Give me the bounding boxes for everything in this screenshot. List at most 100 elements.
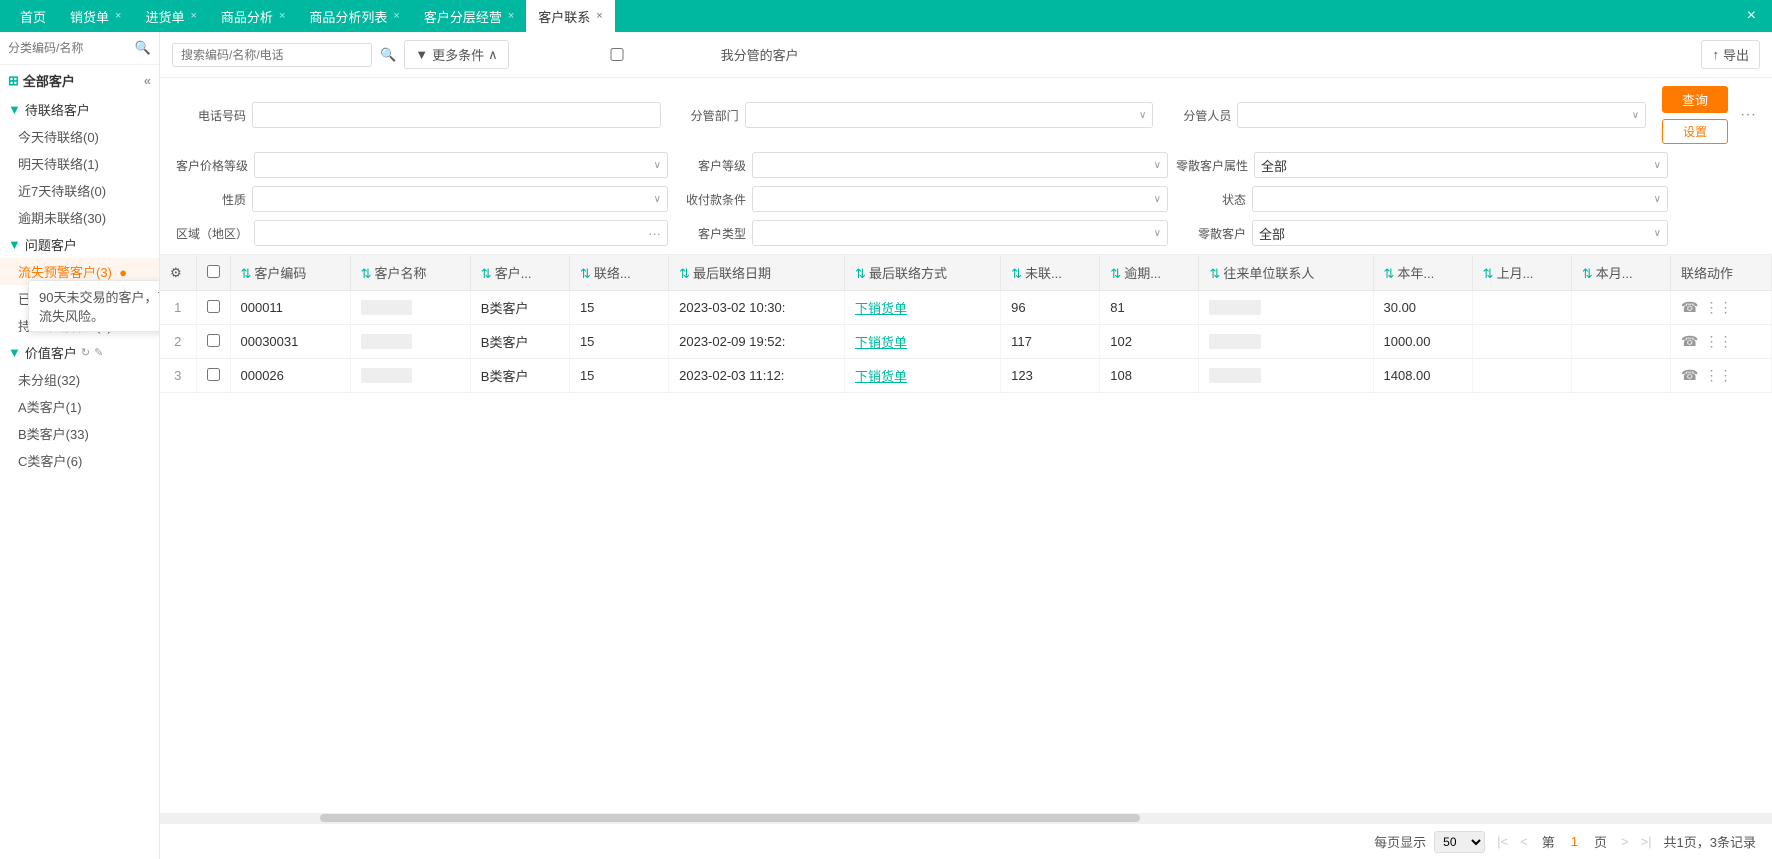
filter-nature-label: 性质 [176,191,246,208]
nav-product-analysis[interactable]: 商品分析 × [209,0,297,32]
query-button[interactable]: 查询 [1662,86,1728,113]
page-suffix: 页 [1588,830,1613,853]
filter-status-select[interactable]: ∨ [1252,186,1668,212]
more-actions-icon[interactable]: ⋮⋮ [1704,333,1732,350]
horizontal-scrollbar[interactable] [160,813,1772,823]
close-icon[interactable]: × [279,10,285,22]
my-customers-checkbox[interactable] [517,48,717,61]
my-customers-checkbox-label[interactable]: 我分管的客户 [517,45,799,64]
filter-retail-attr-select[interactable]: 全部 ∨ [1254,152,1668,178]
sort-icon: ⇅ [481,266,492,281]
col-overdue[interactable]: ⇅逾期... [1100,255,1199,291]
call-icon[interactable]: ☎ [1681,367,1698,384]
per-page-select[interactable]: 50 100 200 [1434,831,1485,853]
edit-icon[interactable]: ✎ [94,346,103,359]
sidebar-item-7days[interactable]: 近7天待联络(0) [0,177,159,204]
sidebar-group-problem[interactable]: ▼ 问题客户 [0,231,159,258]
sidebar-item-class-b[interactable]: B类客户(33) [0,420,159,447]
close-icon[interactable]: × [508,10,514,22]
sidebar-all-customers[interactable]: ⊞ 全部客户 « [0,65,159,96]
last-page-button[interactable]: >| [1637,832,1656,851]
row-last-contact-method[interactable]: 下销货单 [845,291,1001,325]
row-checkbox[interactable] [207,300,220,313]
row-contact: 15 [569,325,668,359]
nav-sales[interactable]: 销货单 × [58,0,133,32]
first-page-button[interactable]: |< [1493,832,1512,851]
filter-price-label: 客户价格等级 [176,157,248,174]
main-layout: 🔍 ⊞ 全部客户 « ▼ 待联络客户 今天待联络(0) 明天待联络(1) 近7天… [0,32,1772,859]
sidebar-item-class-c[interactable]: C类客户(6) [0,447,159,474]
col-last-contact-method[interactable]: ⇅最后联络方式 [845,255,1001,291]
row-last-contact-method[interactable]: 下销货单 [845,325,1001,359]
more-actions-icon[interactable]: ⋮⋮ [1704,367,1732,384]
call-icon[interactable]: ☎ [1681,333,1698,350]
col-code[interactable]: ⇅客户编码 [230,255,350,291]
col-last-month[interactable]: ⇅上月... [1472,255,1571,291]
filter-dept-select[interactable]: ∨ [745,102,1154,128]
sidebar-group-pending[interactable]: ▼ 待联络客户 [0,96,159,123]
row-last-contact-method[interactable]: 下销货单 [845,359,1001,393]
search-input[interactable] [172,43,372,67]
col-this-year[interactable]: ⇅本年... [1373,255,1472,291]
more-actions-icon[interactable]: ⋮⋮ [1704,299,1732,316]
sidebar-item-tomorrow[interactable]: 明天待联络(1) [0,150,159,177]
col-type[interactable]: ⇅客户... [470,255,569,291]
sidebar-item-class-a[interactable]: A类客户(1) [0,393,159,420]
nav-customer-tier[interactable]: 客户分层经营 × [412,0,526,32]
filter-region-label: 区域（地区） [176,225,248,242]
col-contact[interactable]: ⇅联络... [569,255,668,291]
sidebar-item-today[interactable]: 今天待联络(0) [0,123,159,150]
row-num: 3 [160,359,196,393]
filter-region-select[interactable]: ··· [254,220,668,246]
col-uncontacted[interactable]: ⇅未联... [1001,255,1100,291]
settings-button[interactable]: 设置 [1662,119,1728,144]
row-checkbox-cell[interactable] [196,291,230,325]
close-icon[interactable]: × [393,10,399,22]
row-last-contact-date: 2023-02-09 19:52: [669,325,845,359]
prev-page-button[interactable]: < [1516,832,1532,851]
filter-customer-level-select[interactable]: ∨ [752,152,1168,178]
more-conditions-button[interactable]: ▼ 更多条件 ∧ [404,40,508,69]
next-page-button[interactable]: > [1617,832,1633,851]
select-all-checkbox[interactable] [207,265,220,278]
nav-purchase[interactable]: 进货单 × [133,0,208,32]
close-icon[interactable]: × [596,10,602,22]
close-icon[interactable]: × [190,10,196,22]
col-name[interactable]: ⇅客户名称 [350,255,470,291]
grid-icon: ⊞ [8,73,19,89]
row-uncontacted: 123 [1001,359,1100,393]
refresh-icon[interactable]: ↻ [81,346,90,359]
window-close-button[interactable]: × [1739,7,1764,25]
nav-home[interactable]: 首页 [8,0,58,32]
nav-customer-contact[interactable]: 客户联系 × [526,0,614,32]
call-icon[interactable]: ☎ [1681,299,1698,316]
sidebar-item-ungrouped[interactable]: 未分组(32) [0,366,159,393]
filter-person-select[interactable]: ∨ [1237,102,1646,128]
filter-price-select[interactable]: ∨ [254,152,668,178]
filter-retail-select[interactable]: 全部 ∨ [1252,220,1668,246]
row-checkbox-cell[interactable] [196,359,230,393]
row-checkbox-cell[interactable] [196,325,230,359]
filter-payment-select[interactable]: ∨ [752,186,1168,212]
filter-customer-type-select[interactable]: ∨ [752,220,1168,246]
nav-product-list[interactable]: 商品分析列表 × [297,0,411,32]
col-unit-contact[interactable]: ⇅往来单位联系人 [1199,255,1373,291]
close-icon[interactable]: × [115,10,121,22]
sidebar-search-input[interactable] [8,41,135,55]
col-settings[interactable]: ⚙ [160,255,196,291]
more-dots: ··· [648,226,661,241]
col-this-month[interactable]: ⇅本月... [1571,255,1670,291]
col-last-contact-date[interactable]: ⇅最后联络日期 [669,255,845,291]
scrollbar-thumb[interactable] [320,814,1140,822]
filter-dept-label: 分管部门 [669,107,739,124]
export-button[interactable]: ↑ 导出 [1701,40,1760,69]
row-checkbox[interactable] [207,334,220,347]
filter-nature-select[interactable]: ∨ [252,186,668,212]
filter-person: 分管人员 ∨ [1161,102,1646,128]
filter-phone-input[interactable] [252,102,661,128]
sidebar-group-value[interactable]: ▼ 价值客户 ↻ ✎ [0,339,159,366]
sidebar-item-overdue[interactable]: 逾期未联络(30) [0,204,159,231]
row-checkbox[interactable] [207,368,220,381]
filter-row-4: 区域（地区） ··· 客户类型 ∨ 零散客户 全部 [176,220,1756,246]
col-checkbox[interactable] [196,255,230,291]
